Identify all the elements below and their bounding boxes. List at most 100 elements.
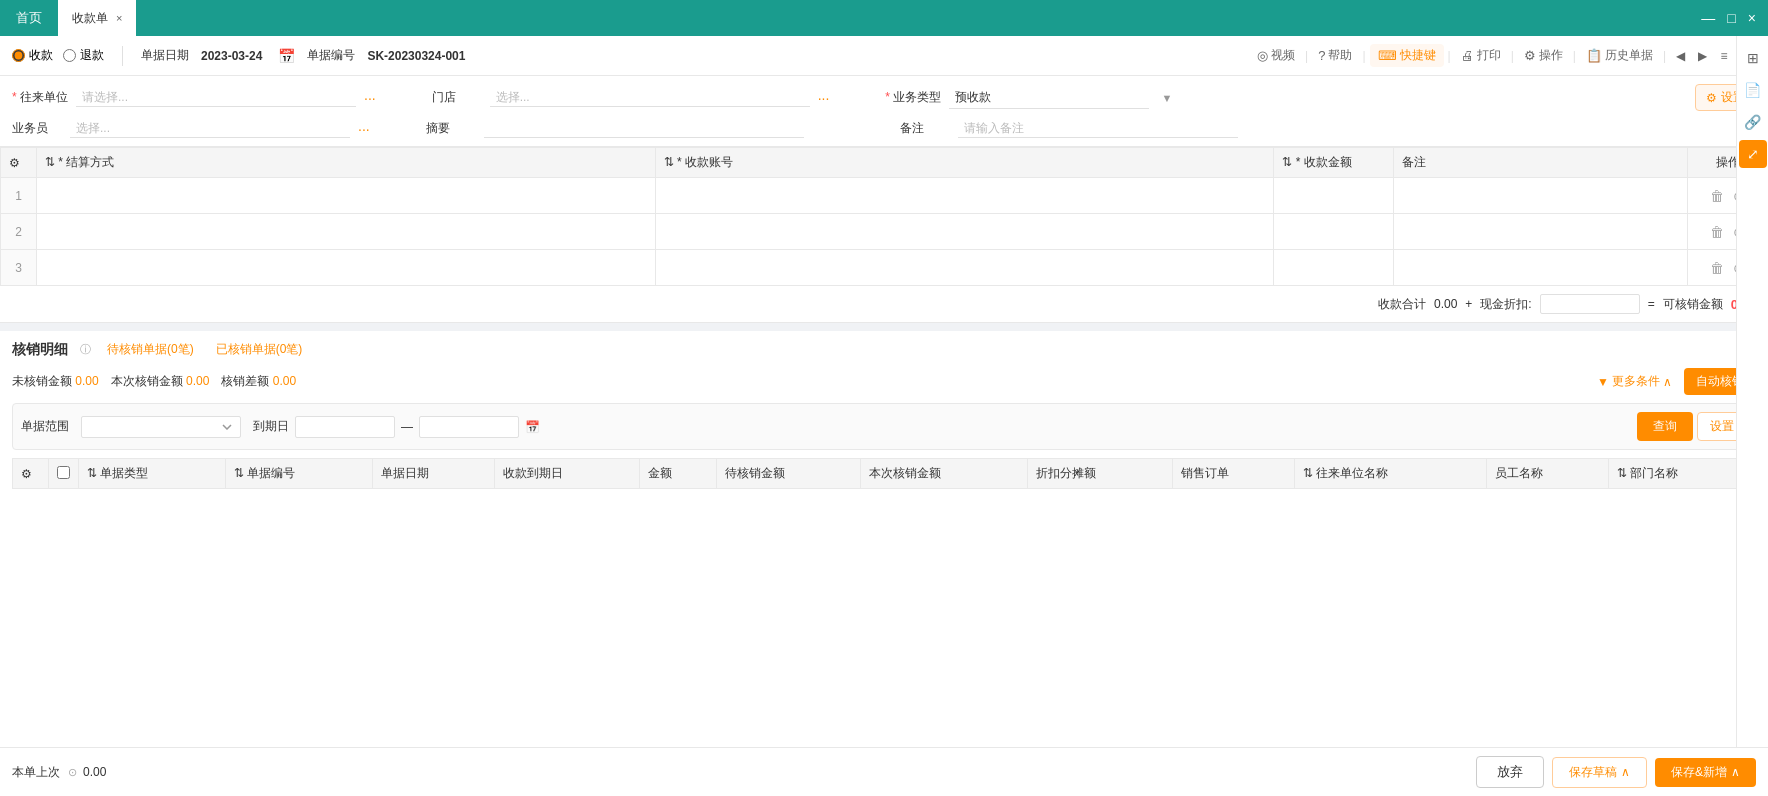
staff-label: 业务员 (12, 120, 62, 137)
settlement-cell-2[interactable] (37, 214, 656, 250)
voucher-num-label: 单据编号 (307, 47, 355, 64)
verify-table: ⚙ ⇅ 单据类型 ⇅ 单据编号 单据日期 收款到期日 (12, 458, 1756, 489)
row-num-2: 2 (1, 214, 37, 250)
row-num-1: 1 (1, 178, 37, 214)
maximize-icon[interactable]: □ (1723, 8, 1739, 28)
save-new-btn[interactable]: 保存&新增 ∧ (1655, 758, 1756, 787)
current-writeoff-stat: 本次核销金额 0.00 (111, 373, 210, 390)
verify-settings-th[interactable]: ⚙ (13, 459, 49, 489)
biz-type-dropdown-icon[interactable]: ▼ (1161, 92, 1172, 104)
remark-input[interactable] (958, 119, 1238, 138)
store-input[interactable] (490, 88, 810, 107)
remark-th: 备注 (1394, 148, 1688, 178)
calendar-icon[interactable]: 📅 (278, 48, 295, 64)
nav-tab-label: 收款单 (72, 10, 108, 27)
staff-more-btn[interactable]: ··· (358, 121, 370, 137)
discount-input[interactable] (1540, 294, 1640, 314)
select-all-checkbox[interactable] (57, 466, 70, 479)
query-btn[interactable]: 查询 (1637, 412, 1693, 441)
completed-tab[interactable]: 已核销单据(0笔) (210, 339, 309, 360)
sidebar-attach-icon[interactable]: 🔗 (1739, 108, 1767, 136)
shortcut-btn[interactable]: ⌨ 快捷键 (1370, 44, 1444, 67)
settlement-cell-3[interactable] (37, 250, 656, 286)
verify-check-th[interactable] (49, 459, 79, 489)
due-date-end[interactable]: 2022-04-12 (419, 416, 519, 438)
receipt-account-th: ⇅ * 收款账号 (655, 148, 1274, 178)
account-cell-1[interactable] (655, 178, 1274, 214)
operation-icon: ⚙ (1524, 48, 1536, 63)
verify-title: 核销明细 (12, 341, 68, 359)
total-label: 收款合计 (1378, 296, 1426, 313)
delete-row-1-icon[interactable]: 🗑 (1710, 188, 1724, 204)
settlement-cell-1[interactable] (37, 178, 656, 214)
radio-receipt[interactable]: 收款 (12, 47, 53, 64)
discount-label: 现金折扣: (1480, 296, 1531, 313)
remark-label: 备注 (900, 120, 950, 137)
store-label: 门店 (432, 89, 482, 106)
save-draft-arrow-icon: ∧ (1621, 765, 1630, 779)
remark-cell-3[interactable] (1394, 250, 1688, 286)
amount-cell-2[interactable] (1274, 214, 1394, 250)
equals-label: = (1648, 297, 1655, 311)
sidebar-table-icon[interactable]: ⊞ (1739, 44, 1767, 72)
voucher-range-label: 单据范围 (21, 418, 69, 435)
biz-type-value: 预收款 (949, 87, 1149, 109)
due-date-label: 到期日 (253, 418, 289, 435)
form-section: 往来单位 ··· 门店 ··· 业务类型 预收款 ▼ ⚙ 设置 业务员 ··· … (0, 76, 1768, 147)
summary-input[interactable] (484, 119, 804, 138)
current-writeoff-th: 本次核销金额 (861, 459, 1028, 489)
next-icon[interactable]: ▶ (1692, 46, 1712, 66)
close-tab-icon[interactable]: × (116, 12, 122, 24)
staff-input[interactable] (70, 119, 350, 138)
discard-btn[interactable]: 放弃 (1476, 756, 1544, 788)
history-btn[interactable]: 📋 历史单据 (1580, 45, 1659, 66)
info-icon[interactable]: ⓘ (80, 342, 91, 357)
bottom-bar: 本单上次 ⊙ 0.00 放弃 保存草稿 ∧ 保存&新增 ∧ (0, 747, 1768, 796)
help-btn[interactable]: ? 帮助 (1312, 45, 1358, 66)
prev-icon[interactable]: ◀ (1670, 46, 1690, 66)
sidebar-doc-icon[interactable]: 📄 (1739, 76, 1767, 104)
verify-header: 核销明细 ⓘ 待核销单据(0笔) 已核销单据(0笔) (12, 339, 1756, 360)
due-date-start[interactable]: 2022-04-01 (295, 416, 395, 438)
delete-row-3-icon[interactable]: 🗑 (1710, 260, 1724, 276)
bottom-info-icon[interactable]: ⊙ (68, 766, 77, 779)
close-window-icon[interactable]: × (1744, 8, 1760, 28)
table-row: 1 🗑 ⊕ (1, 178, 1768, 214)
calendar-icon-2[interactable]: 📅 (525, 420, 540, 434)
sidebar-expand-icon[interactable]: ⤢ (1739, 140, 1767, 168)
print-btn[interactable]: 🖨 打印 (1455, 45, 1507, 66)
history-icon: 📋 (1586, 48, 1602, 63)
receipt-table: ⚙ ⇅ * 结算方式 ⇅ * 收款账号 ⇅ * 收款金额 备注 操作 (0, 147, 1768, 286)
pending-tab[interactable]: 待核销单据(0笔) (101, 339, 200, 360)
amount-cell-3[interactable] (1274, 250, 1394, 286)
store-more-btn[interactable]: ··· (818, 90, 830, 106)
nav-tab-receipt[interactable]: 收款单 × (58, 0, 136, 36)
voucher-range-select[interactable] (81, 416, 241, 438)
account-cell-2[interactable] (655, 214, 1274, 250)
counterparty-input[interactable] (76, 88, 356, 107)
remark-cell-2[interactable] (1394, 214, 1688, 250)
operation-btn[interactable]: ⚙ 操作 (1518, 45, 1569, 66)
list-icon[interactable]: ≡ (1714, 46, 1734, 66)
save-draft-btn[interactable]: 保存草稿 ∧ (1552, 757, 1647, 788)
nav-home[interactable]: 首页 (0, 0, 58, 36)
settlement-method-th: ⇅ * 结算方式 (37, 148, 656, 178)
table-settings-th[interactable]: ⚙ (1, 148, 37, 178)
right-sidebar: ⊞ 📄 🔗 ⤢ (1736, 36, 1768, 796)
amount-cell-1[interactable] (1274, 178, 1394, 214)
counterparty-more-btn[interactable]: ··· (364, 90, 376, 106)
section-divider (0, 323, 1768, 331)
window-controls: — □ × (1697, 8, 1768, 28)
voucher-num-th: ⇅ 单据编号 (226, 459, 373, 489)
remark-cell-1[interactable] (1394, 178, 1688, 214)
video-btn[interactable]: ◎ 视频 (1251, 45, 1301, 66)
verification-section: 核销明细 ⓘ 待核销单据(0笔) 已核销单据(0笔) 未核销金额 0.00 本次… (0, 331, 1768, 747)
voucher-type-th: ⇅ 单据类型 (79, 459, 226, 489)
minimize-icon[interactable]: — (1697, 8, 1719, 28)
account-cell-3[interactable] (655, 250, 1274, 286)
radio-refund[interactable]: 退款 (63, 47, 104, 64)
delete-row-2-icon[interactable]: 🗑 (1710, 224, 1724, 240)
toolbar-row: 收款 退款 单据日期 2023-03-24 📅 单据编号 SK-20230324… (0, 36, 1768, 76)
more-filter-btn[interactable]: ▼ 更多条件 ∧ (1597, 373, 1672, 390)
toolbar-buttons: ◎ 视频 | ? 帮助 | ⌨ 快捷键 | 🖨 打印 | ⚙ 操作 (1251, 44, 1756, 67)
